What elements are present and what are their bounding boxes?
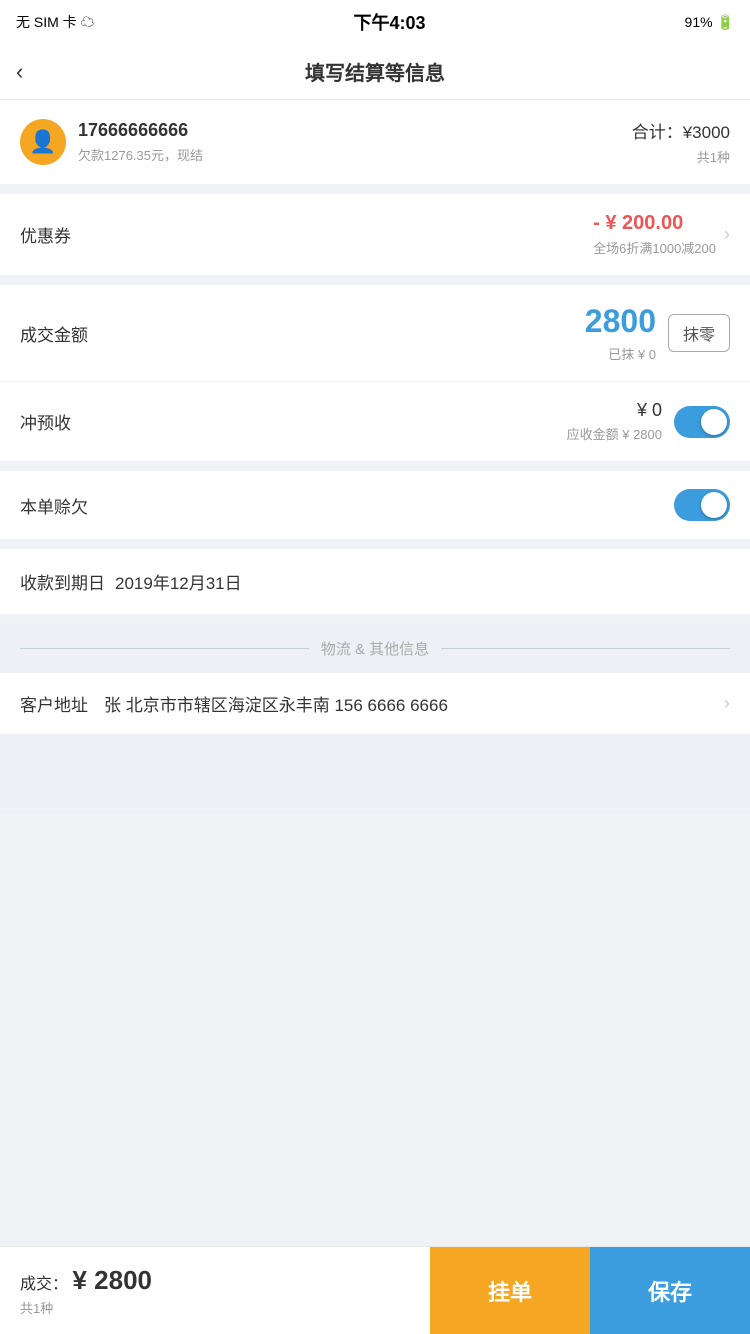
- deal-amount-right: 2800 已抹 ¥ 0 抹零: [585, 303, 730, 363]
- deal-amount-value: 2800: [585, 303, 656, 340]
- address-label: 客户地址: [20, 691, 88, 716]
- total-label: 合计：: [632, 123, 683, 142]
- pre-collect-sub: 应收金额 ¥ 2800: [567, 424, 662, 443]
- debt-section: 本单赊欠: [0, 471, 750, 539]
- customer-right: 合计：¥3000 共1种: [632, 118, 730, 166]
- divider-text: 物流 & 其他信息: [321, 638, 429, 659]
- sim-status: 无 SIM 卡 ☁: [16, 12, 95, 32]
- coupon-description: 全场6折满1000减200: [593, 238, 716, 257]
- status-time: 下午4:03: [354, 9, 426, 35]
- pre-collect-label: 冲预收: [20, 409, 71, 434]
- deal-amount-sub: 已抹 ¥ 0: [585, 344, 656, 363]
- footer-deal-count: 共1种: [20, 1298, 410, 1317]
- save-button[interactable]: 保存: [590, 1247, 750, 1334]
- pre-collect-values: ¥ 0 应收金额 ¥ 2800: [567, 400, 662, 443]
- pre-collect-right: ¥ 0 应收金额 ¥ 2800: [567, 400, 730, 443]
- due-date-row: 收款到期日 2019年12月31日: [0, 549, 750, 614]
- coupon-row[interactable]: 优惠券 - ¥ 200.00 全场6折满1000减200 ›: [0, 194, 750, 275]
- address-row[interactable]: 客户地址 张 北京市市辖区海淀区永丰南 156 6666 6666 ›: [0, 673, 750, 734]
- footer-summary: 成交： ¥ 2800 共1种: [0, 1265, 430, 1317]
- due-date-value: 2019年12月31日: [115, 569, 242, 594]
- customer-card: 👤 17666666666 欠款1276.35元，现结 合计：¥3000 共1种: [0, 100, 750, 184]
- coupon-right: - ¥ 200.00 全场6折满1000减200 ›: [593, 212, 730, 257]
- round-zero-button[interactable]: 抹零: [668, 314, 730, 352]
- hold-order-button[interactable]: 挂单: [430, 1247, 590, 1334]
- back-button[interactable]: ‹: [16, 59, 23, 85]
- due-date-label: 收款到期日: [20, 569, 105, 594]
- content-area: 👤 17666666666 欠款1276.35元，现结 合计：¥3000 共1种…: [0, 100, 750, 904]
- logistics-divider: 物流 & 其他信息: [0, 624, 750, 673]
- coupon-discount: - ¥ 200.00: [593, 212, 716, 235]
- battery-icon: 🔋: [717, 14, 734, 31]
- coupon-chevron-icon: ›: [724, 224, 730, 245]
- status-right: 91% 🔋: [685, 14, 734, 31]
- total-amount: 合计：¥3000: [632, 118, 730, 143]
- divider-line-right: [441, 648, 730, 649]
- footer: 成交： ¥ 2800 共1种 挂单 保存: [0, 1246, 750, 1334]
- pre-collect-amount: ¥ 0: [567, 400, 662, 421]
- footer-deal-line: 成交： ¥ 2800: [20, 1265, 410, 1296]
- customer-phone: 17666666666: [78, 120, 203, 141]
- deal-amount-label: 成交金额: [20, 321, 88, 346]
- debt-label: 本单赊欠: [20, 493, 88, 518]
- pre-collect-row: 冲预收 ¥ 0 应收金额 ¥ 2800: [0, 382, 750, 461]
- address-chevron-icon: ›: [724, 693, 730, 714]
- nav-bar: ‹ 填写结算等信息: [0, 44, 750, 100]
- page-title: 填写结算等信息: [305, 57, 445, 86]
- footer-deal-amount: ¥ 2800: [72, 1265, 152, 1295]
- pre-collect-toggle[interactable]: [674, 406, 730, 438]
- deal-section: 成交金额 2800 已抹 ¥ 0 抹零 冲预收 ¥ 0 应收金额 ¥ 2800: [0, 285, 750, 461]
- total-value: ¥3000: [683, 123, 730, 142]
- footer-deal-label: 成交：: [20, 1276, 68, 1293]
- bottom-spacer: [0, 734, 750, 814]
- deal-amount-row: 成交金额 2800 已抹 ¥ 0 抹零: [0, 285, 750, 382]
- debt-right: [674, 489, 730, 521]
- status-left: 无 SIM 卡 ☁: [16, 12, 95, 32]
- customer-debt: 欠款1276.35元，现结: [78, 145, 203, 164]
- debt-toggle[interactable]: [674, 489, 730, 521]
- divider-line-left: [20, 648, 309, 649]
- avatar: 👤: [20, 119, 66, 165]
- debt-row: 本单赊欠: [0, 471, 750, 539]
- avatar-icon: 👤: [29, 129, 56, 155]
- status-bar: 无 SIM 卡 ☁ 下午4:03 91% 🔋: [0, 0, 750, 44]
- address-value: 张 北京市市辖区海淀区永丰南 156 6666 6666: [104, 691, 724, 716]
- customer-left: 👤 17666666666 欠款1276.35元，现结: [20, 119, 203, 165]
- total-count: 共1种: [632, 147, 730, 166]
- customer-info: 17666666666 欠款1276.35元，现结: [78, 120, 203, 164]
- coupon-label: 优惠券: [20, 222, 71, 247]
- battery-status: 91%: [685, 14, 713, 30]
